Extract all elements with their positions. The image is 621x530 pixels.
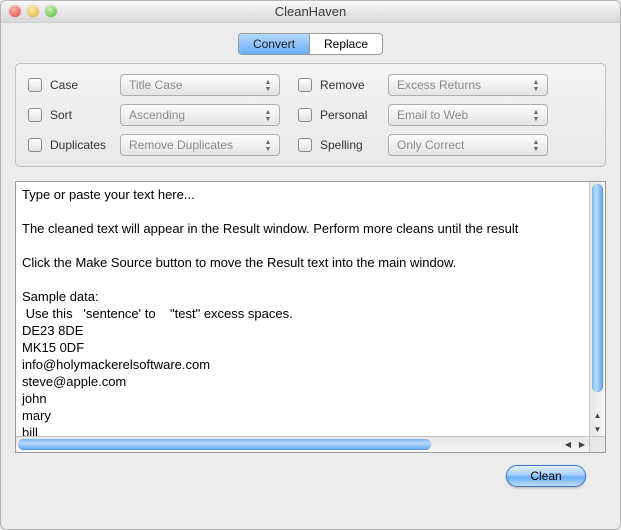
case-checkbox[interactable] xyxy=(28,78,42,92)
sort-select-value: Ascending xyxy=(129,108,185,122)
options-panel: Case Title Case ▲▼ Remove Excess Returns… xyxy=(15,63,606,167)
updown-icon: ▲▼ xyxy=(529,77,543,95)
minimize-icon[interactable] xyxy=(27,5,39,17)
clean-button[interactable]: Clean xyxy=(506,465,586,487)
spelling-select-value: Only Correct xyxy=(397,138,464,152)
sort-label: Sort xyxy=(50,108,120,122)
personal-select[interactable]: Email to Web ▲▼ xyxy=(388,104,548,126)
arrow-up-icon[interactable]: ▲ xyxy=(590,408,605,422)
case-label: Case xyxy=(50,78,120,92)
segmented-control: Convert Replace xyxy=(238,33,383,55)
duplicates-checkbox[interactable] xyxy=(28,138,42,152)
main-text-input[interactable]: Type or paste your text here... The clea… xyxy=(16,182,589,436)
tab-convert[interactable]: Convert xyxy=(239,34,309,54)
tab-bar: Convert Replace xyxy=(15,33,606,55)
vertical-scrollbar[interactable]: ▲ ▼ xyxy=(589,182,605,436)
case-select[interactable]: Title Case ▲▼ xyxy=(120,74,280,96)
tab-replace[interactable]: Replace xyxy=(309,34,382,54)
content-area: Convert Replace Case Title Case ▲▼ Remov… xyxy=(1,23,620,487)
arrow-left-icon[interactable]: ◀ xyxy=(561,437,575,452)
updown-icon: ▲▼ xyxy=(261,77,275,95)
vertical-scroll-thumb[interactable] xyxy=(592,184,603,392)
footer: Clean xyxy=(15,453,606,487)
duplicates-select-value: Remove Duplicates xyxy=(129,138,233,152)
window-title: CleanHaven xyxy=(1,4,620,19)
horizontal-scrollbar[interactable]: ◀ ▶ xyxy=(16,436,589,452)
spelling-select[interactable]: Only Correct ▲▼ xyxy=(388,134,548,156)
personal-checkbox[interactable] xyxy=(298,108,312,122)
sort-select[interactable]: Ascending ▲▼ xyxy=(120,104,280,126)
personal-select-value: Email to Web xyxy=(397,108,468,122)
traffic-lights xyxy=(9,5,57,17)
horizontal-scroll-thumb[interactable] xyxy=(18,439,431,450)
remove-checkbox[interactable] xyxy=(298,78,312,92)
app-window: CleanHaven Convert Replace Case Title Ca… xyxy=(0,0,621,530)
personal-label: Personal xyxy=(320,108,388,122)
spelling-label: Spelling xyxy=(320,138,388,152)
scroll-corner xyxy=(589,436,605,452)
arrow-down-icon[interactable]: ▼ xyxy=(590,422,605,436)
sort-checkbox[interactable] xyxy=(28,108,42,122)
zoom-icon[interactable] xyxy=(45,5,57,17)
spelling-checkbox[interactable] xyxy=(298,138,312,152)
updown-icon: ▲▼ xyxy=(261,137,275,155)
remove-select[interactable]: Excess Returns ▲▼ xyxy=(388,74,548,96)
duplicates-select[interactable]: Remove Duplicates ▲▼ xyxy=(120,134,280,156)
text-area-container: Type or paste your text here... The clea… xyxy=(15,181,606,453)
duplicates-label: Duplicates xyxy=(50,138,120,152)
updown-icon: ▲▼ xyxy=(261,107,275,125)
close-icon[interactable] xyxy=(9,5,21,17)
arrow-right-icon[interactable]: ▶ xyxy=(575,437,589,452)
remove-select-value: Excess Returns xyxy=(397,78,481,92)
remove-label: Remove xyxy=(320,78,388,92)
updown-icon: ▲▼ xyxy=(529,137,543,155)
title-bar: CleanHaven xyxy=(1,1,620,23)
case-select-value: Title Case xyxy=(129,78,183,92)
updown-icon: ▲▼ xyxy=(529,107,543,125)
